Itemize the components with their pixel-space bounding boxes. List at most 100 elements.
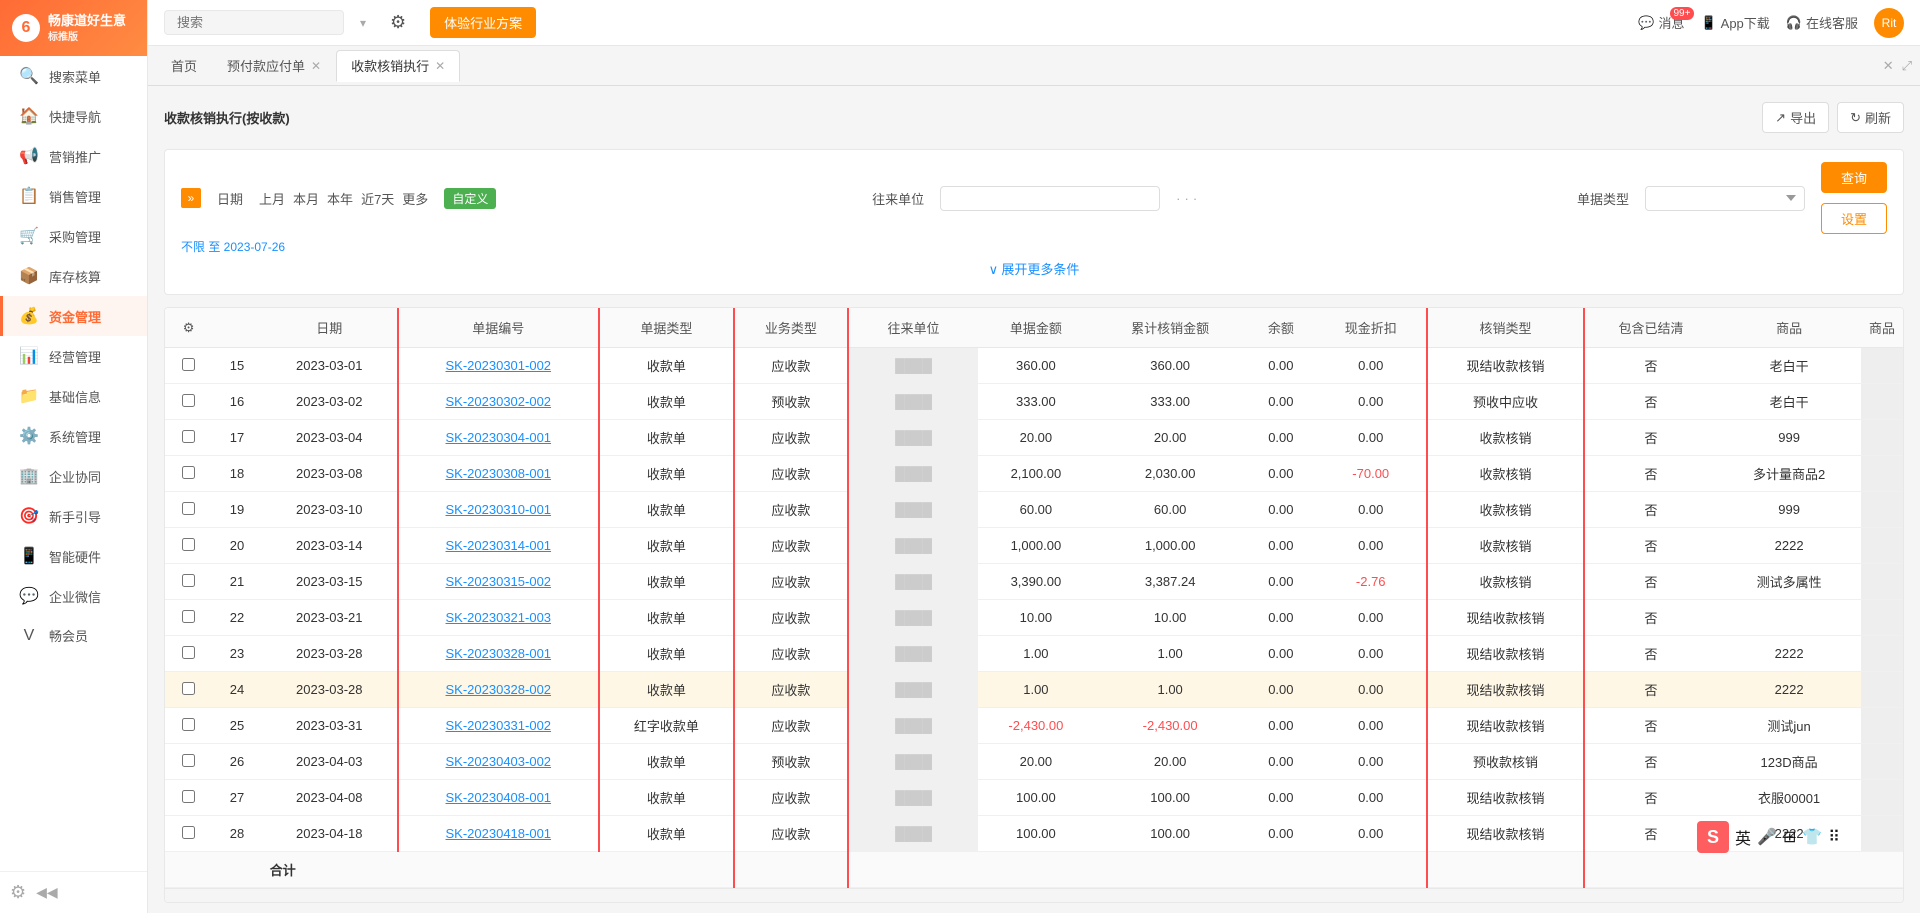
tab-receipt[interactable]: 收款核销执行 ✕	[336, 50, 460, 82]
row-amount: 20.00	[978, 744, 1093, 780]
docno-link[interactable]: SK-20230301-002	[446, 358, 552, 373]
row-checkbox[interactable]	[165, 564, 212, 600]
row-docno[interactable]: SK-20230321-003	[398, 600, 599, 636]
row-checkbox[interactable]	[165, 528, 212, 564]
sidebar-item-purchase[interactable]: 🛒采购管理	[0, 216, 147, 256]
tab-close-all-icon[interactable]: ✕	[1883, 58, 1894, 74]
more-date-link[interactable]: 更多	[402, 189, 428, 208]
custom-date-btn[interactable]: 自定义	[444, 188, 496, 209]
row-includesettled: 否	[1584, 528, 1718, 564]
row-docno[interactable]: SK-20230418-001	[398, 816, 599, 852]
docno-link[interactable]: SK-20230328-002	[446, 682, 552, 697]
settings-gear-icon[interactable]: ⚙	[10, 882, 26, 903]
guide-icon: 🎯	[19, 506, 39, 526]
sidebar-item-search[interactable]: 🔍搜索菜单	[0, 56, 147, 96]
docno-link[interactable]: SK-20230418-001	[446, 826, 552, 841]
topbar-gear-icon[interactable]: ⚙	[390, 12, 406, 33]
row-no: 20	[212, 528, 262, 564]
sidebar-item-operation[interactable]: 📊经营管理	[0, 336, 147, 376]
table-bottom-scrollbar[interactable]	[165, 888, 1903, 902]
row-docno[interactable]: SK-20230328-001	[398, 636, 599, 672]
row-checkbox[interactable]	[165, 780, 212, 816]
query-btn[interactable]: 查询	[1821, 162, 1887, 193]
docno-link[interactable]: SK-20230314-001	[446, 538, 552, 553]
docno-link[interactable]: SK-20230403-002	[446, 754, 552, 769]
row-docno[interactable]: SK-20230403-002	[398, 744, 599, 780]
row-checkbox[interactable]	[165, 420, 212, 456]
sidebar-item-marketing[interactable]: 📢营销推广	[0, 136, 147, 176]
row-docno[interactable]: SK-20230315-002	[398, 564, 599, 600]
tab-maximize-icon[interactable]: ⤢	[1902, 58, 1912, 74]
sidebar-item-finance[interactable]: 💰资金管理	[0, 296, 147, 336]
docno-link[interactable]: SK-20230321-003	[446, 610, 552, 625]
sidebar-item-system[interactable]: ⚙️系统管理	[0, 416, 147, 456]
this-month-link[interactable]: 本月	[293, 189, 319, 208]
expand-filter-btn[interactable]: »	[181, 188, 201, 208]
row-checkbox[interactable]	[165, 600, 212, 636]
search-label: 搜索菜单	[49, 67, 101, 86]
table-scroll-area[interactable]: ⚙ 日期 单据编号 单据类型 业务类型 往来单位 单据金额 累计核销金额 余额 …	[165, 308, 1903, 888]
tab-prepay[interactable]: 预付款应付单 ✕	[212, 50, 336, 82]
sidebar-item-enterprise[interactable]: 🏢企业协同	[0, 456, 147, 496]
row-docno[interactable]: SK-20230314-001	[398, 528, 599, 564]
docno-link[interactable]: SK-20230315-002	[446, 574, 552, 589]
row-checkbox[interactable]	[165, 492, 212, 528]
sidebar-item-sales[interactable]: 📋销售管理	[0, 176, 147, 216]
docno-link[interactable]: SK-20230408-001	[446, 790, 552, 805]
row-includesettled: 否	[1584, 636, 1718, 672]
col-gear-header[interactable]: ⚙	[165, 308, 212, 348]
docno-link[interactable]: SK-20230308-001	[446, 466, 552, 481]
row-docno[interactable]: SK-20230328-002	[398, 672, 599, 708]
app-download-btn[interactable]: 📱 App下载	[1700, 13, 1769, 32]
row-checkbox[interactable]	[165, 744, 212, 780]
sidebar-item-quicknav[interactable]: 🏠快捷导航	[0, 96, 147, 136]
sidebar-item-base[interactable]: 📁基础信息	[0, 376, 147, 416]
sidebar-item-inventory[interactable]: 📦库存核算	[0, 256, 147, 296]
row-checkbox[interactable]	[165, 456, 212, 492]
docno-link[interactable]: SK-20230304-001	[446, 430, 552, 445]
row-docno[interactable]: SK-20230301-002	[398, 348, 599, 384]
row-checkbox[interactable]	[165, 348, 212, 384]
row-docno[interactable]: SK-20230408-001	[398, 780, 599, 816]
row-docno[interactable]: SK-20230302-002	[398, 384, 599, 420]
last-7-days-link[interactable]: 近7天	[361, 189, 394, 208]
row-checkbox[interactable]	[165, 636, 212, 672]
close-prepay-tab[interactable]: ✕	[311, 59, 321, 73]
sidebar-collapse-icon[interactable]: ◀◀	[36, 884, 58, 901]
docno-link[interactable]: SK-20230328-001	[446, 646, 552, 661]
refresh-btn[interactable]: ↻ 刷新	[1837, 102, 1904, 133]
close-receipt-tab[interactable]: ✕	[435, 59, 445, 73]
row-docno[interactable]: SK-20230308-001	[398, 456, 599, 492]
sidebar-item-wechat[interactable]: 💬企业微信	[0, 576, 147, 616]
row-checkbox[interactable]	[165, 708, 212, 744]
row-checkbox[interactable]	[165, 384, 212, 420]
topbar-dropdown-icon[interactable]: ▾	[360, 16, 366, 30]
last-month-link[interactable]: 上月	[259, 189, 285, 208]
doc-type-select[interactable]	[1645, 186, 1805, 211]
row-date: 2023-03-31	[262, 708, 398, 744]
docno-link[interactable]: SK-20230331-002	[446, 718, 552, 733]
row-checkbox[interactable]	[165, 816, 212, 852]
sidebar-item-guide[interactable]: 🎯新手引导	[0, 496, 147, 536]
this-year-link[interactable]: 本年	[327, 189, 353, 208]
topbar-search-input[interactable]	[164, 10, 344, 35]
user-avatar[interactable]: Rit	[1874, 8, 1904, 38]
messages-btn[interactable]: 💬 消息 99+	[1638, 13, 1684, 32]
tab-home[interactable]: 首页	[156, 50, 212, 82]
row-docno[interactable]: SK-20230331-002	[398, 708, 599, 744]
export-btn[interactable]: ↗ 导出	[1762, 102, 1829, 133]
sales-icon: 📋	[19, 186, 39, 206]
sidebar-item-member[interactable]: V畅会员	[0, 616, 147, 655]
row-includesettled: 否	[1584, 780, 1718, 816]
docno-link[interactable]: SK-20230302-002	[446, 394, 552, 409]
docno-link[interactable]: SK-20230310-001	[446, 502, 552, 517]
row-docno[interactable]: SK-20230310-001	[398, 492, 599, 528]
solution-btn[interactable]: 体验行业方案	[430, 7, 536, 38]
row-checkbox[interactable]	[165, 672, 212, 708]
sidebar-item-hardware[interactable]: 📱智能硬件	[0, 536, 147, 576]
partner-input[interactable]	[940, 186, 1160, 211]
online-service-btn[interactable]: 🎧 在线客服	[1786, 13, 1858, 32]
setting-btn[interactable]: 设置	[1821, 203, 1887, 234]
expand-conditions-row[interactable]: ∨ 展开更多条件	[181, 255, 1887, 282]
row-docno[interactable]: SK-20230304-001	[398, 420, 599, 456]
